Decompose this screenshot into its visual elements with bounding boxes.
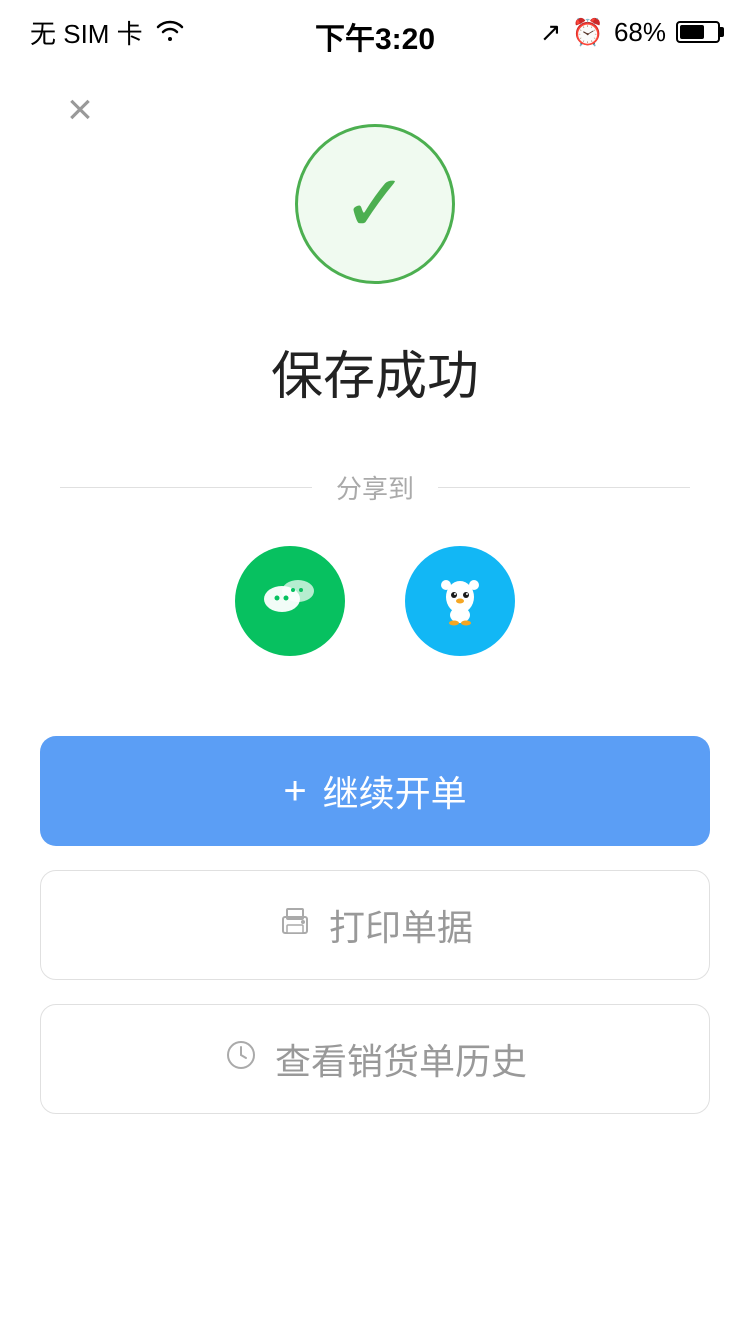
divider-line-left <box>60 487 312 488</box>
close-icon: × <box>67 88 93 132</box>
wechat-share-button[interactable] <box>235 546 345 656</box>
status-bar: 无 SIM 卡 下午3:20 ↗ ⏰ 68% <box>0 0 750 64</box>
action-buttons: + 继续开单 打印单据 查看销货单历史 <box>0 736 750 1114</box>
history-icon <box>223 1037 259 1082</box>
print-button[interactable]: 打印单据 <box>40 870 710 980</box>
print-icon <box>277 903 313 948</box>
success-title: 保存成功 <box>271 334 479 409</box>
main-content: ✓ 保存成功 分享到 <box>0 64 750 1114</box>
close-button[interactable]: × <box>50 80 110 140</box>
wifi-icon <box>155 17 185 48</box>
checkmark-icon: ✓ <box>341 164 408 244</box>
share-icons <box>235 546 515 656</box>
share-divider: 分享到 <box>0 469 750 506</box>
continue-button[interactable]: + 继续开单 <box>40 736 710 846</box>
wechat-icon <box>258 569 322 633</box>
qq-icon <box>430 571 490 631</box>
battery-percent: 68% <box>614 17 666 48</box>
status-left: 无 SIM 卡 <box>30 14 185 51</box>
alarm-icon: ⏰ <box>572 17 604 48</box>
success-circle: ✓ <box>295 124 455 284</box>
print-button-label: 打印单据 <box>329 899 473 951</box>
history-button[interactable]: 查看销货单历史 <box>40 1004 710 1114</box>
carrier-text: 无 SIM 卡 <box>30 14 143 51</box>
status-right: ↗ ⏰ 68% <box>540 17 720 48</box>
qq-share-button[interactable] <box>405 546 515 656</box>
divider-line-right <box>438 487 690 488</box>
location-icon: ↗ <box>540 17 562 48</box>
battery-indicator <box>676 21 720 43</box>
share-label: 分享到 <box>312 469 438 506</box>
plus-icon: + <box>283 771 306 811</box>
history-button-label: 查看销货单历史 <box>275 1033 527 1085</box>
continue-button-label: 继续开单 <box>323 765 467 817</box>
status-time: 下午3:20 <box>315 14 435 58</box>
